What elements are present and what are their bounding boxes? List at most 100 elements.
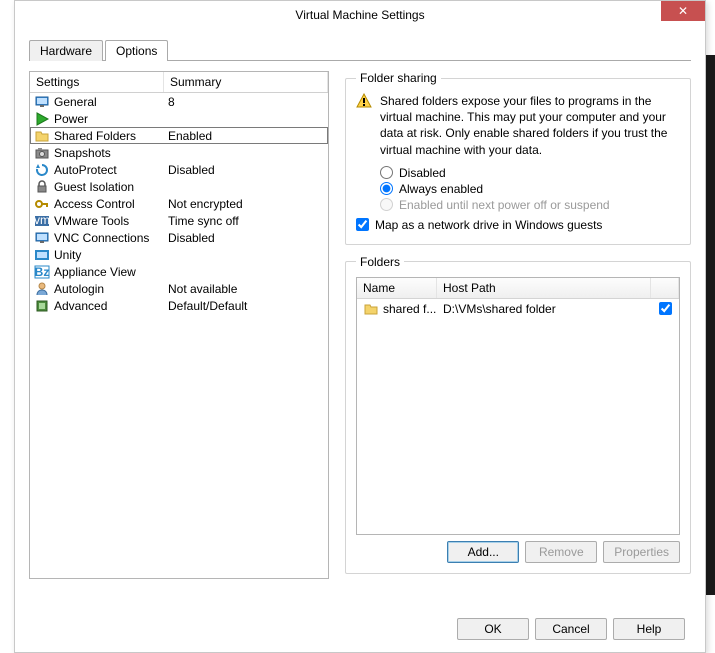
- list-item[interactable]: Shared Folders Enabled: [30, 127, 328, 144]
- list-item[interactable]: Bz Appliance View: [30, 263, 328, 280]
- settings-dialog: Virtual Machine Settings ✕ Hardware Opti…: [14, 0, 706, 653]
- titlebar: Virtual Machine Settings ✕: [15, 1, 705, 29]
- folders-col-path[interactable]: Host Path: [437, 278, 651, 298]
- close-button[interactable]: ✕: [661, 1, 705, 21]
- radio-until-label: Enabled until next power off or suspend: [399, 198, 610, 212]
- list-item-label: AutoProtect: [54, 163, 164, 177]
- add-button[interactable]: Add...: [447, 541, 519, 563]
- list-item-summary: Time sync off: [168, 214, 324, 228]
- list-item[interactable]: Snapshots: [30, 144, 328, 161]
- help-button[interactable]: Help: [613, 618, 685, 640]
- warning-icon: [356, 93, 372, 109]
- list-item-summary: Disabled: [168, 163, 324, 177]
- tab-options[interactable]: Options: [105, 40, 168, 61]
- list-item[interactable]: vm VMware Tools Time sync off: [30, 212, 328, 229]
- list-item[interactable]: VNC ConnectionsDisabled: [30, 229, 328, 246]
- map-drive-row[interactable]: Map as a network drive in Windows guests: [356, 218, 680, 232]
- folder-checkbox[interactable]: [659, 302, 672, 315]
- folders-legend: Folders: [356, 255, 404, 269]
- folders-col-check[interactable]: [651, 278, 679, 298]
- dialog-title: Virtual Machine Settings: [295, 8, 424, 22]
- refresh-icon: [34, 162, 50, 178]
- vmw-icon: vm: [34, 213, 50, 229]
- cancel-button[interactable]: Cancel: [535, 618, 607, 640]
- svg-text:Bz: Bz: [35, 265, 50, 279]
- folders-header: Name Host Path: [357, 278, 679, 299]
- user-icon: [34, 281, 50, 297]
- list-item-label: VNC Connections: [54, 231, 164, 245]
- list-item-summary: Not available: [168, 282, 324, 296]
- svg-text:vm: vm: [34, 213, 50, 227]
- unity-icon: [34, 247, 50, 263]
- left-column: Settings Summary General8PowerShared Fol…: [29, 71, 329, 584]
- radio-disabled-label: Disabled: [399, 166, 446, 180]
- tab-strip: Hardware Options: [29, 39, 691, 61]
- folder-path-cell: D:\VMs\shared folder: [437, 302, 651, 316]
- dialog-body: Hardware Options Settings Summary Genera…: [15, 29, 705, 596]
- folder-row[interactable]: shared f...D:\VMs\shared folder: [357, 299, 679, 319]
- options-list-body: General8Power Shared Folders Enabled Snapsh…: [30, 93, 328, 314]
- close-icon: ✕: [678, 5, 688, 17]
- content-columns: Settings Summary General8PowerShared Fol…: [29, 71, 691, 584]
- folder-sharing-legend: Folder sharing: [356, 71, 441, 85]
- chip-icon: [34, 298, 50, 314]
- list-item-label: Autologin: [54, 282, 164, 296]
- play-icon: [34, 111, 50, 127]
- monitor-icon: [34, 230, 50, 246]
- list-item-summary: Default/Default: [168, 299, 324, 313]
- col-header-summary[interactable]: Summary: [164, 72, 328, 92]
- radio-disabled[interactable]: [380, 166, 393, 179]
- list-item-label: Advanced: [54, 299, 164, 313]
- folder-name-cell: shared f...: [357, 301, 437, 317]
- list-item[interactable]: Autologin Not available: [30, 280, 328, 297]
- list-item-summary: Not encrypted: [168, 197, 324, 211]
- options-list-header: Settings Summary: [30, 72, 328, 93]
- list-item-summary: 8: [168, 95, 324, 109]
- list-item[interactable]: Power: [30, 110, 328, 127]
- list-item[interactable]: Guest Isolation: [30, 178, 328, 195]
- radio-always[interactable]: [380, 182, 393, 195]
- list-item-label: Unity: [54, 248, 164, 262]
- list-item-label: Access Control: [54, 197, 164, 211]
- list-item-label: Shared Folders: [54, 129, 164, 143]
- lock-icon: [34, 179, 50, 195]
- options-list[interactable]: Settings Summary General8PowerShared Fol…: [29, 71, 329, 579]
- camera-icon: [34, 145, 50, 161]
- bz-icon: Bz: [34, 264, 50, 280]
- tab-hardware[interactable]: Hardware: [29, 40, 103, 61]
- folders-body: shared f...D:\VMs\shared folder: [357, 299, 679, 319]
- properties-button: Properties: [603, 541, 680, 563]
- remove-button: Remove: [525, 541, 597, 563]
- folder-icon: [34, 128, 50, 144]
- warning-text: Shared folders expose your files to prog…: [380, 93, 680, 158]
- col-header-settings[interactable]: Settings: [30, 72, 164, 92]
- list-item[interactable]: General8: [30, 93, 328, 110]
- folder-icon: [363, 301, 379, 317]
- folder-name: shared f...: [383, 302, 436, 316]
- folder-check-cell[interactable]: [651, 299, 679, 318]
- folders-group: Folders Name Host Path shared f...D:\VMs…: [345, 255, 691, 574]
- list-item[interactable]: Access Control Not encrypted: [30, 195, 328, 212]
- list-item[interactable]: Advanced Default/Default: [30, 297, 328, 314]
- monitor-icon: [34, 94, 50, 110]
- folders-buttons: Add... Remove Properties: [356, 541, 680, 563]
- background-strip: [705, 55, 715, 595]
- folders-col-name[interactable]: Name: [357, 278, 437, 298]
- folder-sharing-group: Folder sharing Shared folders expose you…: [345, 71, 691, 245]
- list-item[interactable]: AutoProtect Disabled: [30, 161, 328, 178]
- list-item-summary: Enabled: [168, 129, 324, 143]
- ok-button[interactable]: OK: [457, 618, 529, 640]
- map-drive-label: Map as a network drive in Windows guests: [375, 218, 602, 232]
- radio-until-row: Enabled until next power off or suspend: [380, 198, 680, 212]
- list-item-label: VMware Tools: [54, 214, 164, 228]
- radio-disabled-row[interactable]: Disabled: [380, 166, 680, 180]
- map-drive-checkbox[interactable]: [356, 218, 369, 231]
- list-item-label: Snapshots: [54, 146, 164, 160]
- radio-always-label: Always enabled: [399, 182, 483, 196]
- list-item-label: Appliance View: [54, 265, 164, 279]
- dialog-footer-buttons: OK Cancel Help: [457, 618, 685, 640]
- folders-list[interactable]: Name Host Path shared f...D:\VMs\shared …: [356, 277, 680, 535]
- list-item[interactable]: Unity: [30, 246, 328, 263]
- radio-until: [380, 198, 393, 211]
- radio-always-row[interactable]: Always enabled: [380, 182, 680, 196]
